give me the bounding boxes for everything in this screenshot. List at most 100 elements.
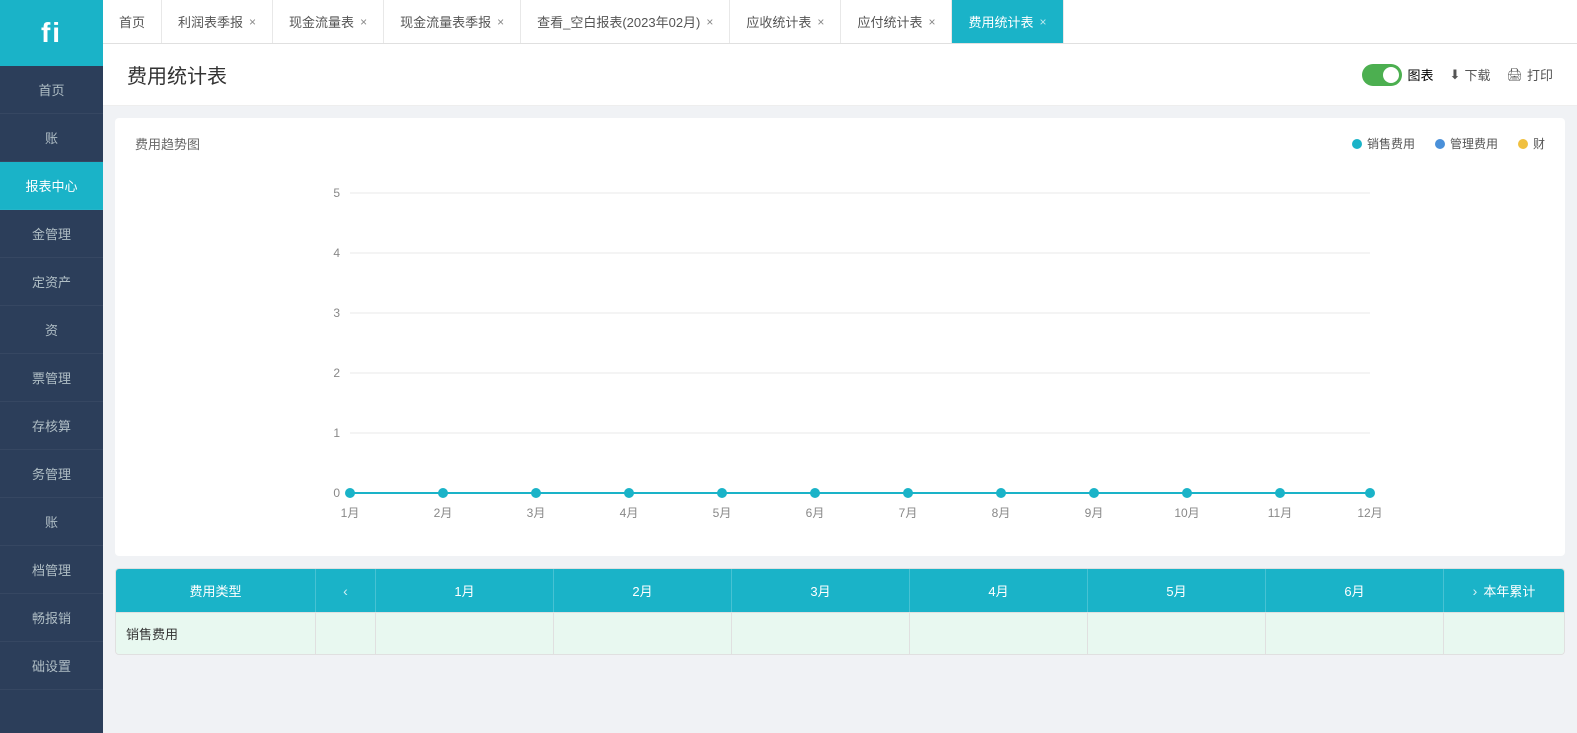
col-header-type: 费用类型 [116,569,316,612]
col-header-may: 5月 [1088,569,1266,612]
col-header-feb: 2月 [554,569,732,612]
print-label: 打印 [1527,65,1553,84]
svg-text:9月: 9月 [1085,506,1104,520]
col-nav-next-total[interactable]: › 本年累计 [1444,569,1564,612]
svg-text:1: 1 [333,426,340,440]
table-section: 费用类型 ‹ 1月 2月 3月 4月 5月 [115,568,1565,655]
legend-finance: 财 [1518,135,1545,152]
col-apr-label: 4月 [988,581,1008,600]
table-row: 销售费用 [116,612,1564,654]
col-header-apr: 4月 [910,569,1088,612]
col-header-jan: 1月 [376,569,554,612]
tab-receivable-close[interactable]: × [817,15,824,29]
tab-cashflow-quarterly[interactable]: 现金流量表季报 × [384,0,521,44]
svg-text:8月: 8月 [992,506,1011,520]
tab-cashflow-close[interactable]: × [360,15,367,29]
tab-blank-report[interactable]: 查看_空白报表(2023年02月) × [521,0,730,44]
tab-payable-close[interactable]: × [928,15,935,29]
svg-text:0: 0 [333,486,340,500]
col-header-mar: 3月 [732,569,910,612]
sidebar-item-account[interactable]: 账 [0,114,103,162]
print-icon: 🖨 [1506,67,1523,83]
svg-text:3: 3 [333,306,340,320]
tabbar: 首页 利润表季报 × 现金流量表 × 现金流量表季报 × 查看_空白报表(202… [103,0,1577,44]
tab-receivable[interactable]: 应收统计表 × [730,0,841,44]
sidebar-item-capital[interactable]: 资 [0,306,103,354]
tab-home-label: 首页 [119,12,145,31]
tab-profit-quarterly-close[interactable]: × [249,15,256,29]
tab-expense-label: 费用统计表 [968,12,1033,31]
row-total-cell [1444,613,1564,654]
col-header-jun: 6月 [1266,569,1444,612]
sidebar-item-finance[interactable]: 金管理 [0,210,103,258]
download-button[interactable]: ⬇ 下载 [1450,65,1491,84]
svg-text:6月: 6月 [806,506,825,520]
sidebar-item-tickets[interactable]: 票管理 [0,354,103,402]
col-total-label: 本年累计 [1483,581,1535,600]
sidebar-item-ledger[interactable]: 账 [0,498,103,546]
legend-sales-label: 销售费用 [1367,135,1415,152]
chart-header: 费用趋势图 销售费用 管理费用 财 [135,134,1545,153]
sidebar-item-affairs[interactable]: 务管理 [0,450,103,498]
row-apr-cell [910,613,1088,654]
svg-text:11月: 11月 [1268,506,1292,520]
svg-text:12月: 12月 [1357,506,1382,520]
tab-blank-report-close[interactable]: × [706,15,713,29]
tab-blank-report-label: 查看_空白报表(2023年02月) [537,12,700,31]
svg-text:7月: 7月 [899,506,918,520]
svg-text:5月: 5月 [713,506,732,520]
sidebar-item-inventory[interactable]: 存核算 [0,402,103,450]
sidebar-logo: fi [0,0,103,66]
next-arrow-icon[interactable]: › [1473,583,1478,599]
chart-toggle[interactable] [1362,64,1402,86]
chart-canvas: 5 4 3 2 1 0 1月 2月 3月 4月 5月 6月 7月 8月 9 [135,163,1545,536]
chart-toggle-wrap: 图表 [1362,64,1434,86]
prev-arrow-icon[interactable]: ‹ [343,583,348,599]
tab-home[interactable]: 首页 [103,0,162,44]
svg-text:2月: 2月 [434,506,453,520]
legend-finance-label: 财 [1533,135,1545,152]
legend-sales-dot [1352,139,1362,149]
tab-payable-label: 应付统计表 [857,12,922,31]
sidebar-item-settings[interactable]: 础设置 [0,642,103,690]
legend-admin-dot [1435,139,1445,149]
sidebar-item-assets[interactable]: 定资产 [0,258,103,306]
tab-cashflow-label: 现金流量表 [289,12,354,31]
legend-admin-label: 管理费用 [1450,135,1498,152]
download-icon: ⬇ [1450,67,1461,83]
col-nav-prev[interactable]: ‹ [316,569,376,612]
col-type-label: 费用类型 [189,581,241,600]
row-type-cell: 销售费用 [116,613,316,654]
row-feb-cell [554,613,732,654]
page-header: 费用统计表 图表 ⬇ 下载 🖨 打印 [103,44,1577,106]
sidebar-item-reimbursement[interactable]: 畅报销 [0,594,103,642]
header-actions: 图表 ⬇ 下载 🖨 打印 [1362,64,1553,86]
sidebar-item-reports[interactable]: 报表中心 [0,162,103,210]
legend-admin: 管理费用 [1435,135,1498,152]
svg-text:4月: 4月 [620,506,639,520]
row-may-cell [1088,613,1266,654]
tab-payable[interactable]: 应付统计表 × [841,0,952,44]
sidebar-item-archives[interactable]: 档管理 [0,546,103,594]
page-content: 费用统计表 图表 ⬇ 下载 🖨 打印 费用趋势图 [103,44,1577,733]
tab-expense-close[interactable]: × [1039,15,1046,29]
main-area: 首页 利润表季报 × 现金流量表 × 现金流量表季报 × 查看_空白报表(202… [103,0,1577,733]
tab-cashflow[interactable]: 现金流量表 × [273,0,384,44]
tab-receivable-label: 应收统计表 [746,12,811,31]
chart-toggle-label: 图表 [1408,65,1434,84]
legend-sales: 销售费用 [1352,135,1415,152]
sidebar: fi 首页 账 报表中心 金管理 定资产 资 票管理 存核算 务管理 账 档管理… [0,0,103,733]
col-jan-label: 1月 [454,581,474,600]
row-jan-cell [376,613,554,654]
col-feb-label: 2月 [632,581,652,600]
tab-expense[interactable]: 费用统计表 × [952,0,1063,44]
row-mar-cell [732,613,910,654]
tab-cashflow-quarterly-close[interactable]: × [497,15,504,29]
tab-cashflow-quarterly-label: 现金流量表季报 [400,12,491,31]
download-label: 下载 [1464,65,1490,84]
print-button[interactable]: 🖨 打印 [1506,65,1553,84]
sidebar-item-home[interactable]: 首页 [0,66,103,114]
tab-profit-quarterly[interactable]: 利润表季报 × [162,0,273,44]
svg-text:10月: 10月 [1174,506,1199,520]
col-jun-label: 6月 [1344,581,1364,600]
